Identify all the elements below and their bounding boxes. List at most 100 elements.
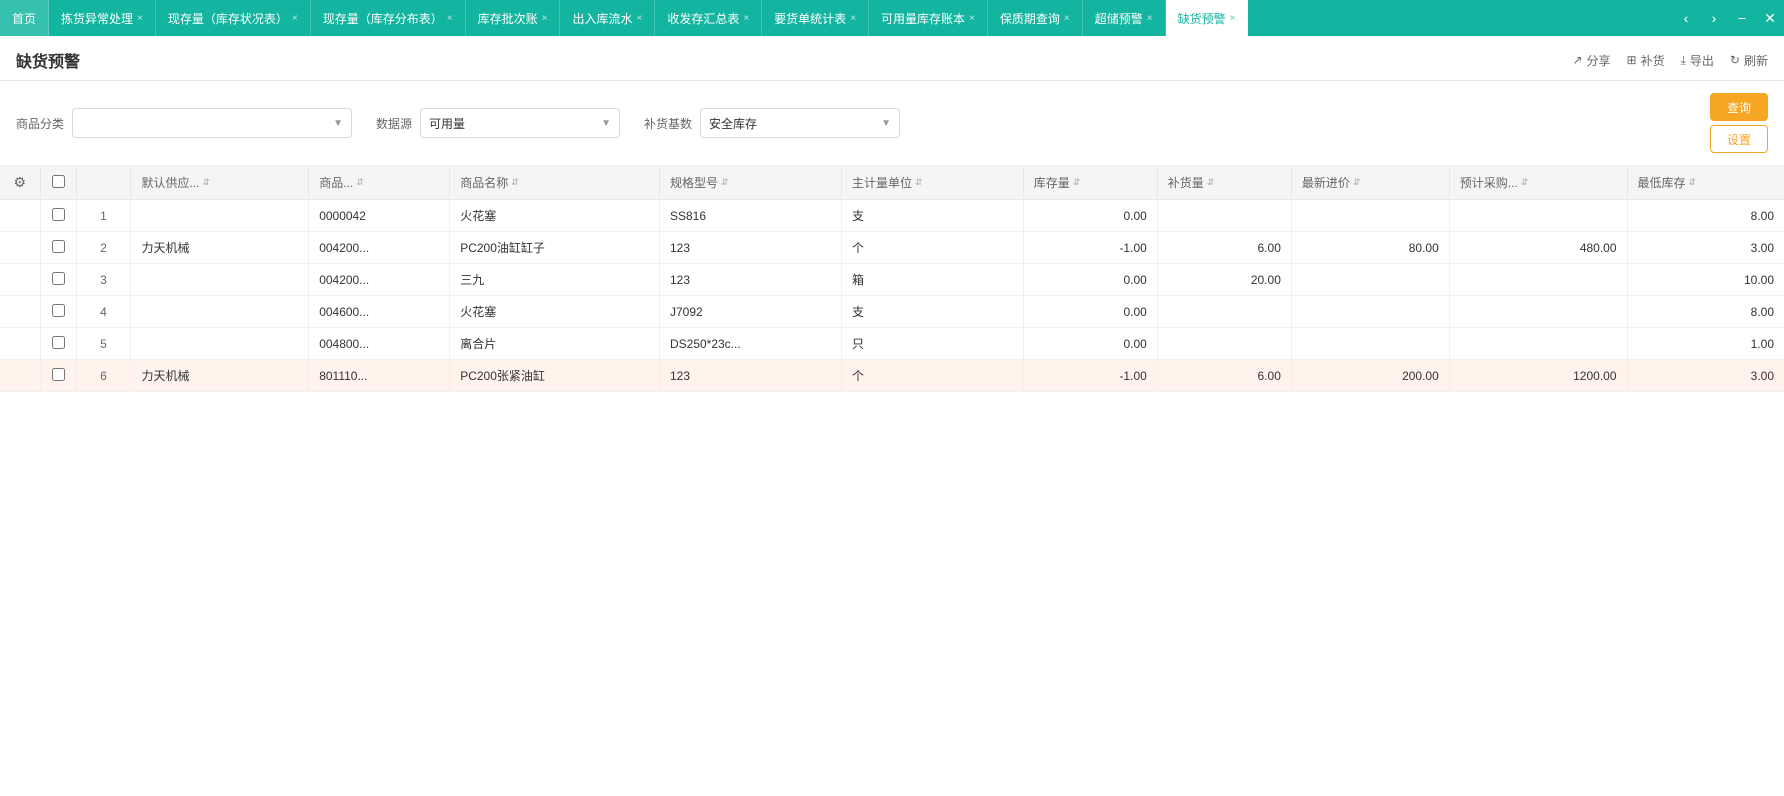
td-product-code-4: 004800... <box>309 328 450 360</box>
td-spec-2: 123 <box>659 264 841 296</box>
nav-tab-3[interactable]: 现存量（库存分布表）× <box>311 0 466 36</box>
td-checkbox-1 <box>40 232 76 264</box>
td-product-name-3: 火花塞 <box>450 296 660 328</box>
nav-minimize-btn[interactable]: − <box>1728 10 1756 26</box>
td-latest-price-2 <box>1291 264 1449 296</box>
table-body: 10000042火花塞SS816支0.008.002力天机械004200...P… <box>0 200 1784 392</box>
nav-tab-10[interactable]: 超储预警× <box>1083 0 1166 36</box>
nav-tab-7[interactable]: 要货单统计表 × <box>762 0 869 36</box>
td-index-0: 1 <box>76 200 131 232</box>
td-est-purchase-5: 1200.00 <box>1449 360 1627 392</box>
th-product-code-label: 商品... <box>319 174 353 191</box>
nav-tab-close-icon-1[interactable]: × <box>137 13 143 24</box>
select-all-checkbox[interactable] <box>52 175 65 188</box>
th-product-name[interactable]: 商品名称 ⇵ <box>450 166 660 200</box>
row-checkbox-1[interactable] <box>52 240 65 253</box>
refresh-btn[interactable]: ↻ 刷新 <box>1730 52 1768 69</box>
td-supplier-1: 力天机械 <box>131 232 309 264</box>
th-default-supplier[interactable]: 默认供应... ⇵ <box>131 166 309 200</box>
nav-tab-9[interactable]: 保质期查询× <box>988 0 1083 36</box>
nav-close-btn[interactable]: ✕ <box>1756 10 1784 27</box>
td-index-5: 6 <box>76 360 131 392</box>
nav-tab-close-icon-8[interactable]: × <box>969 13 975 24</box>
td-product-name-2: 三九 <box>450 264 660 296</box>
th-unit[interactable]: 主计量单位 ⇵ <box>842 166 1024 200</box>
th-spec-label: 规格型号 <box>670 174 718 191</box>
th-stock[interactable]: 库存量 ⇵ <box>1023 166 1157 200</box>
th-supplement-label: 补货量 <box>1168 174 1204 191</box>
table-row: 2力天机械004200...PC200油缸缸子123个-1.006.0080.0… <box>0 232 1784 264</box>
nav-tab-4[interactable]: 库存批次账× <box>466 0 561 36</box>
table-row: 3004200...三九123箱0.0020.0010.00 <box>0 264 1784 296</box>
td-est-purchase-0 <box>1449 200 1627 232</box>
datasource-select[interactable]: 可用量 ▼ <box>420 108 620 138</box>
th-min-stock[interactable]: 最低库存 ⇵ <box>1627 166 1784 200</box>
nav-tab-6[interactable]: 收发存汇总表× <box>655 0 762 36</box>
category-select[interactable]: ▼ <box>72 108 352 138</box>
filter-bar: 商品分类 ▼ 数据源 可用量 ▼ 补货基数 安全库存 ▼ 查询 设置 <box>0 81 1784 166</box>
td-supplier-2 <box>131 264 309 296</box>
table-container: ⚙ 默认供应... ⇵ 商品... <box>0 166 1784 392</box>
nav-tab-label-2: 现存量（库存状况表） <box>168 10 288 27</box>
supplement-icon: ⊞ <box>1627 53 1637 67</box>
th-product-code[interactable]: 商品... ⇵ <box>309 166 450 200</box>
th-min-stock-label: 最低库存 <box>1638 174 1686 191</box>
nav-tab-close-icon-6[interactable]: × <box>743 13 749 24</box>
nav-tab-close-icon-9[interactable]: × <box>1064 13 1070 24</box>
td-supplier-3 <box>131 296 309 328</box>
nav-tab-close-icon-4[interactable]: × <box>542 13 548 24</box>
nav-tab-1[interactable]: 拣货异常处理× <box>49 0 156 36</box>
nav-tab-close-icon-10[interactable]: × <box>1147 13 1153 24</box>
td-min-stock-3: 8.00 <box>1627 296 1784 328</box>
td-index-3: 4 <box>76 296 131 328</box>
th-est-purchase-sort-icon: ⇵ <box>1521 177 1529 188</box>
th-stock-sort-icon: ⇵ <box>1073 177 1081 188</box>
td-product-code-2: 004200... <box>309 264 450 296</box>
nav-tab-label-7: 要货单统计表 <box>774 10 846 27</box>
row-checkbox-2[interactable] <box>52 272 65 285</box>
nav-tab-5[interactable]: 出入库流水× <box>560 0 655 36</box>
th-product-name-label: 商品名称 <box>460 174 508 191</box>
nav-tab-close-icon-7[interactable]: × <box>850 13 856 24</box>
td-product-name-5: PC200张紧油缸 <box>450 360 660 392</box>
th-spec[interactable]: 规格型号 ⇵ <box>659 166 841 200</box>
settings-btn[interactable]: 设置 <box>1710 125 1768 153</box>
query-btn[interactable]: 查询 <box>1710 93 1768 121</box>
row-checkbox-0[interactable] <box>52 208 65 221</box>
th-default-supplier-sort-icon: ⇵ <box>202 177 210 188</box>
td-gear-5 <box>0 360 40 392</box>
nav-tab-8[interactable]: 可用量库存账本× <box>869 0 988 36</box>
td-spec-0: SS816 <box>659 200 841 232</box>
th-supplement[interactable]: 补货量 ⇵ <box>1157 166 1291 200</box>
nav-tab-close-icon-5[interactable]: × <box>636 13 642 24</box>
row-checkbox-3[interactable] <box>52 304 65 317</box>
td-est-purchase-4 <box>1449 328 1627 360</box>
supplement-basis-filter-group: 补货基数 安全库存 ▼ <box>644 108 900 138</box>
td-spec-3: J7092 <box>659 296 841 328</box>
supplement-basis-select[interactable]: 安全库存 ▼ <box>700 108 900 138</box>
datasource-select-arrow-icon: ▼ <box>601 118 611 129</box>
nav-next-btn[interactable]: › <box>1700 10 1728 26</box>
row-checkbox-5[interactable] <box>52 368 65 381</box>
nav-tab-close-icon-2[interactable]: × <box>292 13 298 24</box>
nav-tab-11[interactable]: 缺货预警× <box>1166 0 1249 36</box>
th-supplement-sort-icon: ⇵ <box>1207 177 1215 188</box>
category-select-arrow-icon: ▼ <box>333 118 343 129</box>
td-product-name-4: 离合片 <box>450 328 660 360</box>
export-btn[interactable]: ⤓ 导出 <box>1681 52 1714 69</box>
supplement-btn[interactable]: ⊞ 补货 <box>1627 52 1665 69</box>
settings-gear-icon[interactable]: ⚙ <box>13 174 26 190</box>
nav-tab-0[interactable]: 首页 <box>0 0 49 36</box>
nav-tab-close-icon-3[interactable]: × <box>447 13 453 24</box>
nav-tab-close-icon-11[interactable]: × <box>1230 13 1236 24</box>
td-product-name-1: PC200油缸缸子 <box>450 232 660 264</box>
nav-tab-2[interactable]: 现存量（库存状况表） × <box>156 0 311 36</box>
th-est-purchase[interactable]: 预计采购... ⇵ <box>1449 166 1627 200</box>
nav-prev-btn[interactable]: ‹ <box>1672 10 1700 26</box>
share-btn[interactable]: ↗ 分享 <box>1572 52 1610 69</box>
td-unit-0: 支 <box>842 200 1024 232</box>
th-latest-price[interactable]: 最新进价 ⇵ <box>1291 166 1449 200</box>
row-checkbox-4[interactable] <box>52 336 65 349</box>
header-actions: ↗ 分享 ⊞ 补货 ⤓ 导出 ↻ 刷新 <box>1572 52 1768 69</box>
table-row: 5004800...离合片DS250*23c...只0.001.00 <box>0 328 1784 360</box>
